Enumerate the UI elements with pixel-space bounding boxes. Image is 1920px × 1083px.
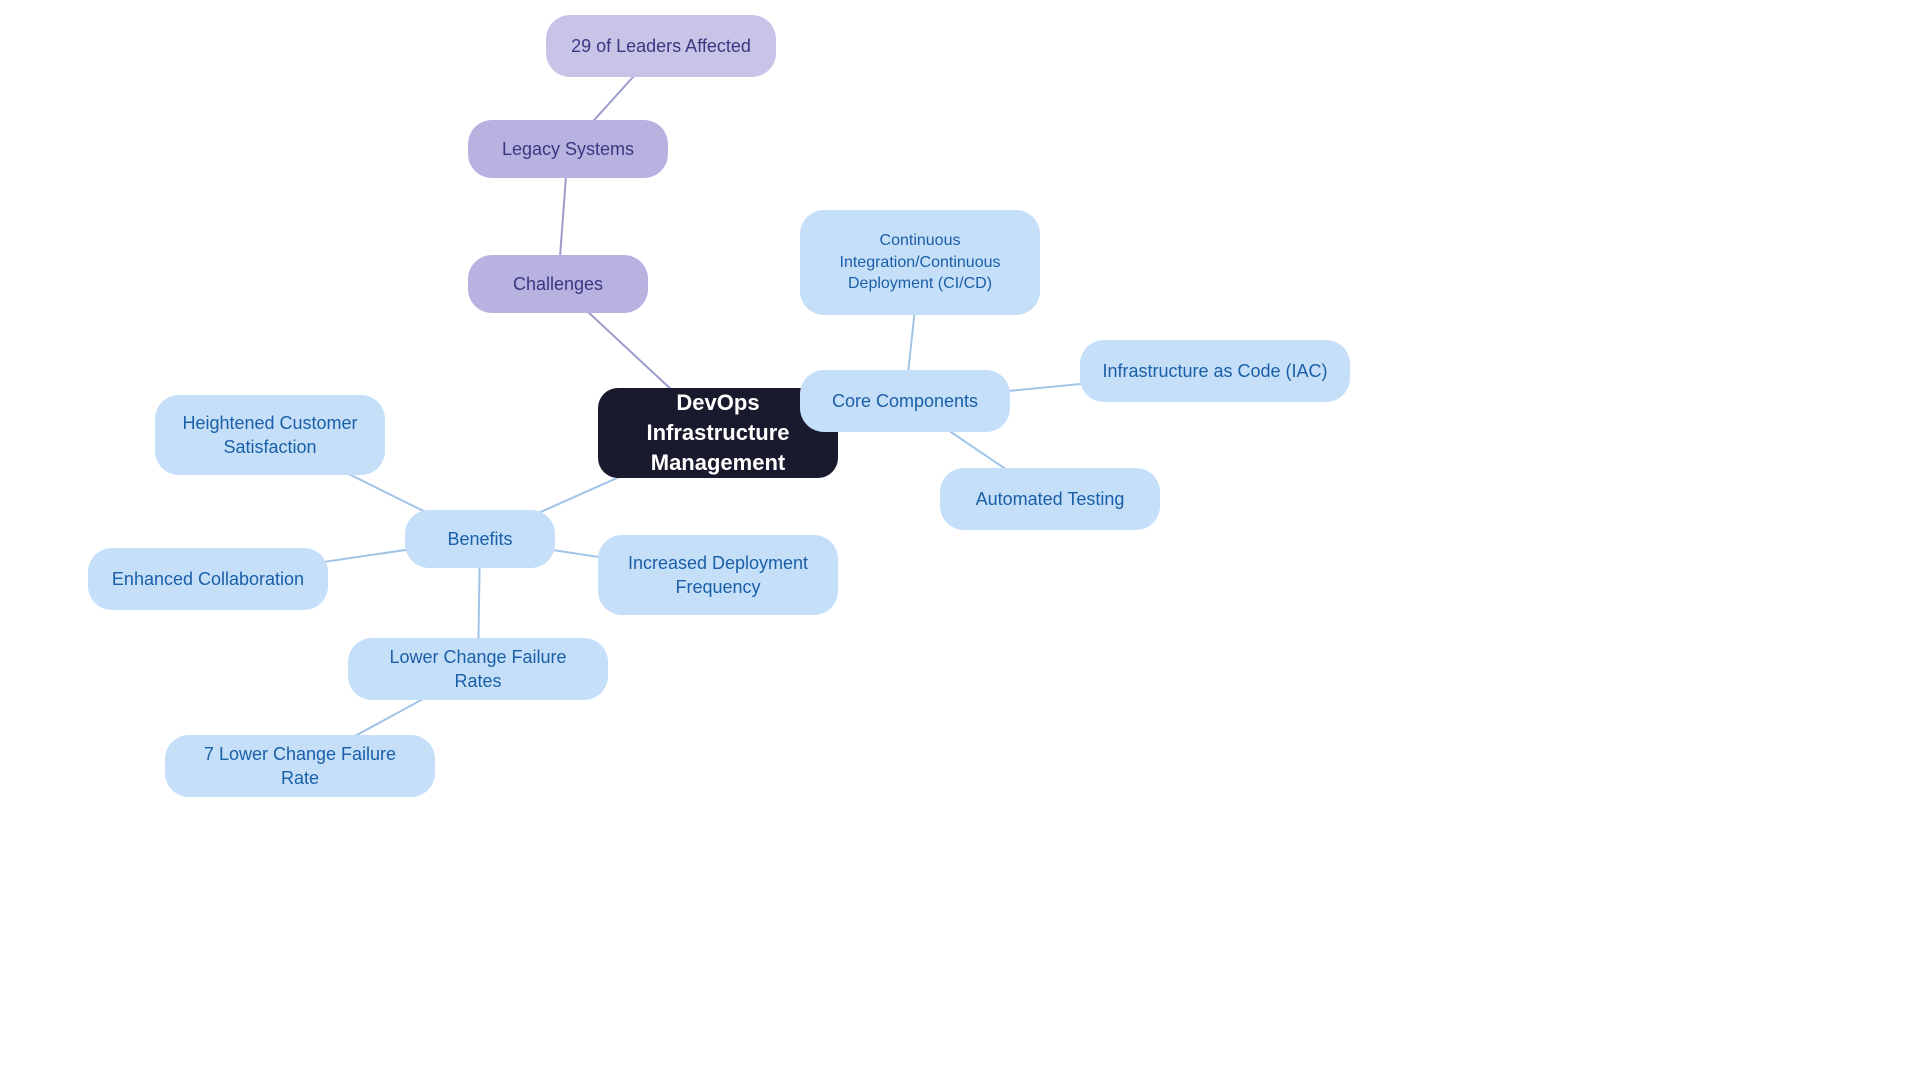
node-automated: Automated Testing bbox=[940, 468, 1160, 530]
cicd-label: Continuous Integration/Continuous Deploy… bbox=[822, 230, 1018, 295]
node-leaders: 29 of Leaders Affected bbox=[546, 15, 776, 77]
node-cicd: Continuous Integration/Continuous Deploy… bbox=[800, 210, 1040, 315]
node-legacy: Legacy Systems bbox=[468, 120, 668, 178]
challenges-label: Challenges bbox=[513, 272, 603, 296]
node-enhanced: Enhanced Collaboration bbox=[88, 548, 328, 610]
heightened-label: Heightened Customer Satisfaction bbox=[177, 411, 363, 460]
node-challenges: Challenges bbox=[468, 255, 648, 313]
benefits-label: Benefits bbox=[447, 527, 512, 551]
core-label: Core Components bbox=[832, 389, 978, 413]
leaders-label: 29 of Leaders Affected bbox=[571, 34, 751, 58]
increased-label: Increased Deployment Frequency bbox=[620, 551, 816, 600]
lower-rate7-label: 7 Lower Change Failure Rate bbox=[187, 742, 413, 791]
center-label: DevOps Infrastructure Management bbox=[620, 388, 816, 477]
lower-rates-label: Lower Change Failure Rates bbox=[370, 645, 586, 694]
iac-label: Infrastructure as Code (IAC) bbox=[1102, 359, 1327, 383]
legacy-label: Legacy Systems bbox=[502, 137, 634, 161]
automated-label: Automated Testing bbox=[976, 487, 1125, 511]
enhanced-label: Enhanced Collaboration bbox=[112, 567, 304, 591]
node-iac: Infrastructure as Code (IAC) bbox=[1080, 340, 1350, 402]
node-increased: Increased Deployment Frequency bbox=[598, 535, 838, 615]
node-lower-rate7: 7 Lower Change Failure Rate bbox=[165, 735, 435, 797]
node-core: Core Components bbox=[800, 370, 1010, 432]
node-benefits: Benefits bbox=[405, 510, 555, 568]
node-heightened: Heightened Customer Satisfaction bbox=[155, 395, 385, 475]
node-lower-rates: Lower Change Failure Rates bbox=[348, 638, 608, 700]
